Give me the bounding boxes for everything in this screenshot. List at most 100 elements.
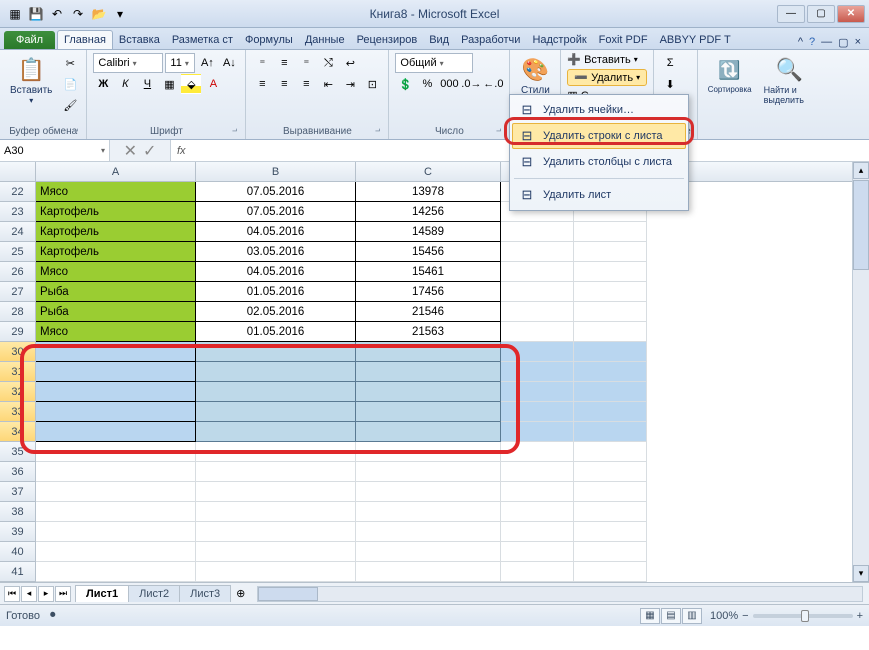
cell[interactable] — [196, 362, 356, 382]
cell[interactable]: 14589 — [356, 222, 501, 242]
cell[interactable] — [501, 542, 574, 562]
cell[interactable]: 02.05.2016 — [196, 302, 356, 322]
cell[interactable] — [501, 262, 574, 282]
tab-home[interactable]: Главная — [57, 30, 113, 49]
cell[interactable] — [501, 482, 574, 502]
row-header[interactable]: 29 — [0, 322, 36, 342]
view-page-layout-icon[interactable]: ▤ — [661, 608, 681, 624]
tab-data[interactable]: Данные — [299, 31, 351, 49]
view-normal-icon[interactable]: ▦ — [640, 608, 660, 624]
cell[interactable]: 14256 — [356, 202, 501, 222]
row-header[interactable]: 22 — [0, 182, 36, 202]
insert-cells-button[interactable]: Вставить — [584, 54, 631, 66]
cell[interactable]: Мясо — [36, 182, 196, 202]
decrease-decimal-icon[interactable]: ←.0 — [483, 74, 503, 94]
align-bottom-icon[interactable]: ⁼ — [296, 53, 316, 73]
cell[interactable] — [574, 382, 647, 402]
cell[interactable] — [501, 462, 574, 482]
cell[interactable] — [196, 442, 356, 462]
cell[interactable] — [36, 362, 196, 382]
tab-layout[interactable]: Разметка ст — [166, 31, 239, 49]
format-painter-icon[interactable]: 🖌 — [60, 95, 80, 115]
help-icon[interactable]: ? — [809, 36, 815, 49]
cell[interactable] — [356, 462, 501, 482]
sort-button[interactable]: 🔃 Сортировка — [704, 53, 756, 96]
sheet-tab-2[interactable]: Лист2 — [128, 585, 180, 602]
cell[interactable] — [196, 482, 356, 502]
cell[interactable] — [574, 442, 647, 462]
cell[interactable] — [356, 502, 501, 522]
cell[interactable] — [501, 502, 574, 522]
redo-icon[interactable]: ↷ — [69, 5, 87, 23]
scroll-down-icon[interactable]: ▾ — [853, 565, 869, 582]
save-icon[interactable]: 💾 — [27, 5, 45, 23]
tab-formulas[interactable]: Формулы — [239, 31, 299, 49]
cell[interactable]: 04.05.2016 — [196, 262, 356, 282]
cell[interactable] — [501, 242, 574, 262]
row-header[interactable]: 34 — [0, 422, 36, 442]
align-left-icon[interactable]: ≡ — [252, 74, 272, 94]
font-color-icon[interactable]: A — [203, 74, 223, 94]
cell[interactable] — [574, 282, 647, 302]
cell[interactable] — [574, 242, 647, 262]
cancel-formula-icon[interactable]: ✕ — [124, 141, 137, 161]
cell[interactable]: Мясо — [36, 262, 196, 282]
zoom-slider[interactable] — [753, 614, 853, 618]
cell[interactable] — [501, 322, 574, 342]
row-header[interactable]: 30 — [0, 342, 36, 362]
cell[interactable] — [196, 462, 356, 482]
cell[interactable] — [36, 462, 196, 482]
cell[interactable] — [501, 302, 574, 322]
cell[interactable] — [36, 402, 196, 422]
comma-icon[interactable]: 000 — [439, 74, 459, 94]
select-all-corner[interactable] — [0, 162, 36, 181]
fill-color-icon[interactable]: ⬙ — [181, 74, 201, 94]
zoom-level[interactable]: 100% — [710, 610, 738, 622]
cell[interactable]: 01.05.2016 — [196, 322, 356, 342]
cell[interactable] — [574, 402, 647, 422]
excel-icon[interactable]: ▦ — [6, 5, 24, 23]
qat-dropdown-icon[interactable]: ▾ — [111, 5, 129, 23]
cell[interactable]: 15461 — [356, 262, 501, 282]
cell[interactable]: Рыба — [36, 282, 196, 302]
row-header[interactable]: 23 — [0, 202, 36, 222]
cell[interactable] — [36, 422, 196, 442]
underline-button[interactable]: Ч — [137, 74, 157, 94]
open-icon[interactable]: 📂 — [90, 5, 108, 23]
cell[interactable] — [36, 562, 196, 582]
cell[interactable] — [196, 422, 356, 442]
cell[interactable]: 01.05.2016 — [196, 282, 356, 302]
delete-sheet-menuitem[interactable]: ⊟ Удалить лист — [512, 182, 686, 208]
zoom-out-icon[interactable]: − — [742, 610, 748, 622]
sheet-first-icon[interactable]: ⏮ — [4, 586, 20, 602]
cell[interactable] — [574, 522, 647, 542]
decrease-indent-icon[interactable]: ⇤ — [318, 74, 338, 94]
cell[interactable] — [356, 482, 501, 502]
close-button[interactable]: ✕ — [837, 5, 865, 23]
row-header[interactable]: 28 — [0, 302, 36, 322]
cell[interactable]: Рыба — [36, 302, 196, 322]
decrease-font-icon[interactable]: A↓ — [219, 53, 239, 73]
row-header[interactable]: 39 — [0, 522, 36, 542]
cell[interactable] — [36, 342, 196, 362]
font-name-combo[interactable]: Calibri▾ — [93, 53, 163, 73]
cell[interactable] — [356, 562, 501, 582]
cell[interactable] — [356, 522, 501, 542]
cell[interactable]: 21563 — [356, 322, 501, 342]
wrap-text-icon[interactable]: ↩ — [340, 53, 360, 73]
cell[interactable] — [501, 222, 574, 242]
percent-icon[interactable]: % — [417, 74, 437, 94]
row-header[interactable]: 37 — [0, 482, 36, 502]
cell[interactable] — [356, 402, 501, 422]
tab-view[interactable]: Вид — [423, 31, 455, 49]
macro-record-icon[interactable]: ⏺ — [50, 609, 56, 622]
zoom-in-icon[interactable]: + — [857, 610, 863, 622]
cell[interactable]: Картофель — [36, 242, 196, 262]
cell[interactable] — [196, 522, 356, 542]
row-header[interactable]: 24 — [0, 222, 36, 242]
tab-insert[interactable]: Вставка — [113, 31, 166, 49]
cell[interactable]: Картофель — [36, 222, 196, 242]
vscroll-thumb[interactable] — [853, 180, 869, 270]
horizontal-scrollbar[interactable] — [257, 586, 863, 602]
delete-cells-button[interactable]: ➖ Удалить ▾ — [567, 69, 647, 86]
